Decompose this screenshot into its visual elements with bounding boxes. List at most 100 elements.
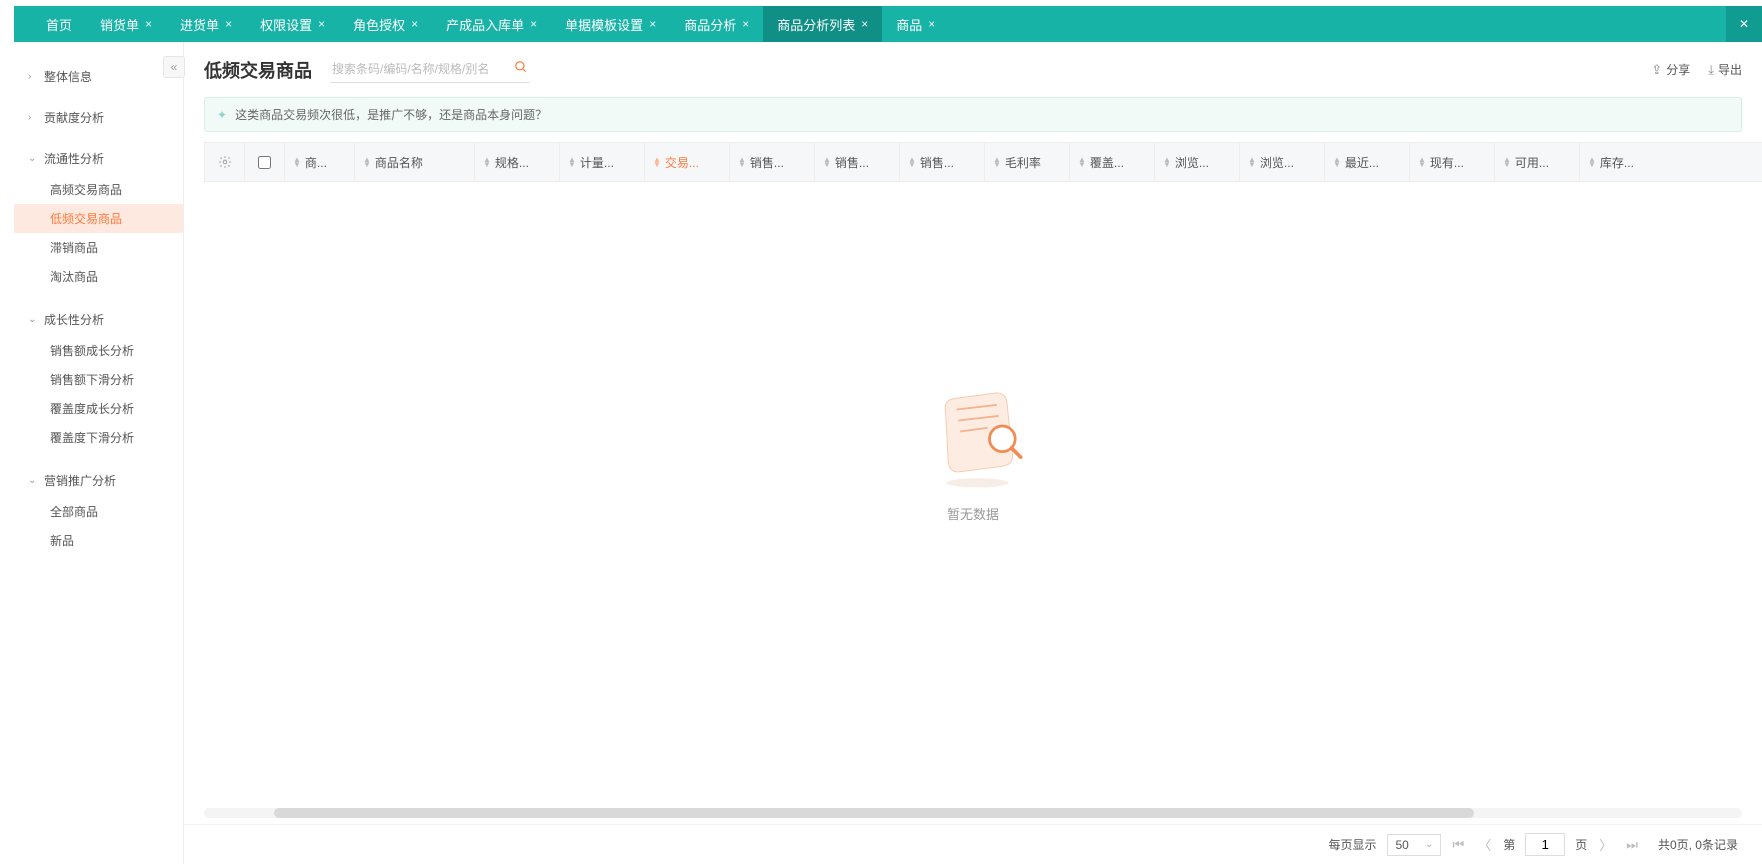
column-header-3[interactable]: ▲▼计量... [559, 143, 644, 181]
pager-summary: 共0页, 0条记录 [1658, 836, 1738, 853]
column-header-6[interactable]: ▲▼销售... [814, 143, 899, 181]
title-actions: ⇪ 分享 ⤓ 导出 [1651, 61, 1742, 78]
sidebar-item[interactable]: 淘汰商品 [14, 262, 183, 291]
chevron-down-icon: ⌄ [28, 475, 40, 486]
tab-label: 进货单 [180, 15, 219, 34]
tab-close-icon[interactable]: × [649, 17, 656, 31]
column-header-5[interactable]: ▲▼销售... [729, 143, 814, 181]
tab-label: 商品分析列表 [777, 15, 855, 34]
page-prefix: 第 [1503, 836, 1515, 853]
table-settings-button[interactable] [204, 143, 244, 181]
sort-icon: ▲▼ [823, 157, 831, 167]
tab-6[interactable]: 单据模板设置× [551, 6, 670, 42]
tab-7[interactable]: 商品分析 × [670, 6, 763, 42]
sidebar-item[interactable]: 销售额下滑分析 [14, 365, 183, 394]
column-label: 浏览... [1260, 154, 1294, 171]
sidebar-group-title[interactable]: ⌄流通性分析 [14, 144, 183, 173]
select-all-checkbox[interactable] [258, 156, 271, 169]
sidebar-group-title[interactable]: ›整体信息 [14, 62, 183, 91]
empty-text: 暂无数据 [947, 504, 999, 523]
page-suffix: 页 [1575, 836, 1587, 853]
tab-close-icon[interactable]: × [318, 17, 325, 31]
column-label: 浏览... [1175, 154, 1209, 171]
column-label: 交易... [665, 154, 699, 171]
sidebar-item[interactable]: 新品 [14, 526, 183, 555]
next-page-button[interactable]: 〉 [1597, 835, 1614, 854]
horizontal-scrollbar[interactable] [204, 808, 1742, 818]
sidebar-item[interactable]: 覆盖度下滑分析 [14, 423, 183, 452]
tab-3[interactable]: 权限设置× [246, 6, 339, 42]
search-input[interactable] [330, 56, 530, 83]
sidebar-group-title[interactable]: ⌄ 营销推广分析 [14, 466, 183, 495]
tab-9[interactable]: 商品× [882, 6, 949, 42]
sidebar-group-title[interactable]: ›贡献度分析 [14, 103, 183, 132]
column-header-0[interactable]: ▲▼商... [284, 143, 354, 181]
prev-page-button[interactable]: 〈 [1476, 835, 1493, 854]
tab-1[interactable]: 销货单× [86, 6, 166, 42]
tab-close-icon[interactable]: × [742, 17, 749, 31]
sort-icon: ▲▼ [653, 157, 661, 167]
hint-text: 这类商品交易频次很低，是推广不够，还是商品本身问题？ [235, 106, 547, 123]
last-page-button[interactable]: ⏭ [1624, 837, 1640, 853]
sidebar-group-label: 成长性分析 [44, 311, 104, 328]
close-all-tabs-button[interactable]: ✕ [1726, 6, 1762, 42]
column-header-14[interactable]: ▲▼可用... [1494, 143, 1579, 181]
tab-label: 角色授权 [353, 15, 405, 34]
tab-close-icon[interactable]: × [530, 17, 537, 31]
sidebar-group-4: ⌄ 营销推广分析全部商品新品 [14, 460, 183, 563]
column-header-11[interactable]: ▲▼浏览... [1239, 143, 1324, 181]
column-label: 现有... [1430, 154, 1464, 171]
column-header-9[interactable]: ▲▼覆盖... [1069, 143, 1154, 181]
tab-close-icon[interactable]: × [411, 17, 418, 31]
column-header-1[interactable]: ▲▼商品名称 [354, 143, 474, 181]
export-label: 导出 [1718, 61, 1742, 78]
sidebar-item[interactable]: 滞销商品 [14, 233, 183, 262]
tab-2[interactable]: 进货单 × [166, 6, 246, 42]
column-header-13[interactable]: ▲▼现有... [1409, 143, 1494, 181]
sidebar-group-label: 营销推广分析 [44, 472, 116, 489]
sidebar-item[interactable]: 低频交易商品 [14, 204, 183, 233]
sidebar-group-items: 销售额成长分析销售额下滑分析覆盖度成长分析覆盖度下滑分析 [14, 334, 183, 454]
sidebar-item[interactable]: 销售额成长分析 [14, 336, 183, 365]
tab-8[interactable]: 商品分析列表 × [763, 6, 882, 42]
column-header-7[interactable]: ▲▼销售... [899, 143, 984, 181]
sort-icon: ▲▼ [1503, 157, 1511, 167]
tab-close-icon[interactable]: × [145, 17, 152, 31]
column-header-2[interactable]: ▲▼规格... [474, 143, 559, 181]
pager: 每页显示 50 ⌄ ⏮ 〈 第 页 〉 ⏭ 共0页, 0条记录 [184, 824, 1762, 864]
sort-icon: ▲▼ [483, 157, 491, 167]
sort-icon: ▲▼ [1163, 157, 1171, 167]
column-header-12[interactable]: ▲▼最近... [1324, 143, 1409, 181]
search-icon[interactable] [514, 60, 528, 77]
tab-close-icon[interactable]: × [928, 17, 935, 31]
share-button[interactable]: ⇪ 分享 [1651, 61, 1690, 78]
sidebar-item[interactable]: 覆盖度成长分析 [14, 394, 183, 423]
tab-label: 产成品入库单 [446, 15, 524, 34]
column-label: 覆盖... [1090, 154, 1124, 171]
export-button[interactable]: ⤓ 导出 [1708, 61, 1742, 78]
sidebar-item[interactable]: 高频交易商品 [14, 175, 183, 204]
bulb-icon: ✦ [217, 108, 227, 122]
page-input[interactable] [1525, 833, 1565, 856]
sidebar-group-1: ›贡献度分析 [14, 97, 183, 138]
tab-close-icon[interactable]: × [225, 17, 232, 31]
tab-4[interactable]: 角色授权 × [339, 6, 432, 42]
column-header-8[interactable]: ▲▼毛利率 [984, 143, 1069, 181]
tab-label: 商品分析 [684, 15, 736, 34]
tab-close-icon[interactable]: × [861, 17, 868, 31]
column-label: 库存... [1600, 154, 1634, 171]
column-header-15[interactable]: ▲▼库存... [1579, 143, 1664, 181]
first-page-button[interactable]: ⏮ [1451, 837, 1467, 853]
scrollbar-thumb[interactable] [274, 808, 1474, 818]
close-icon: ✕ [1739, 17, 1749, 31]
column-header-10[interactable]: ▲▼ 浏览... [1154, 143, 1239, 181]
sidebar-item[interactable]: 全部商品 [14, 497, 183, 526]
page-title: 低频交易商品 [204, 57, 312, 83]
column-header-4[interactable]: ▲▼ 交易... [644, 143, 729, 181]
per-page-select[interactable]: 50 ⌄ [1387, 834, 1441, 856]
tab-5[interactable]: 产成品入库单 × [432, 6, 551, 42]
tab-0[interactable]: 首页 [32, 6, 86, 42]
chevron-down-icon: ⌄ [28, 314, 40, 325]
sidebar-collapse-button[interactable]: « [163, 56, 185, 78]
sidebar-group-title[interactable]: ⌄ 成长性分析 [14, 305, 183, 334]
